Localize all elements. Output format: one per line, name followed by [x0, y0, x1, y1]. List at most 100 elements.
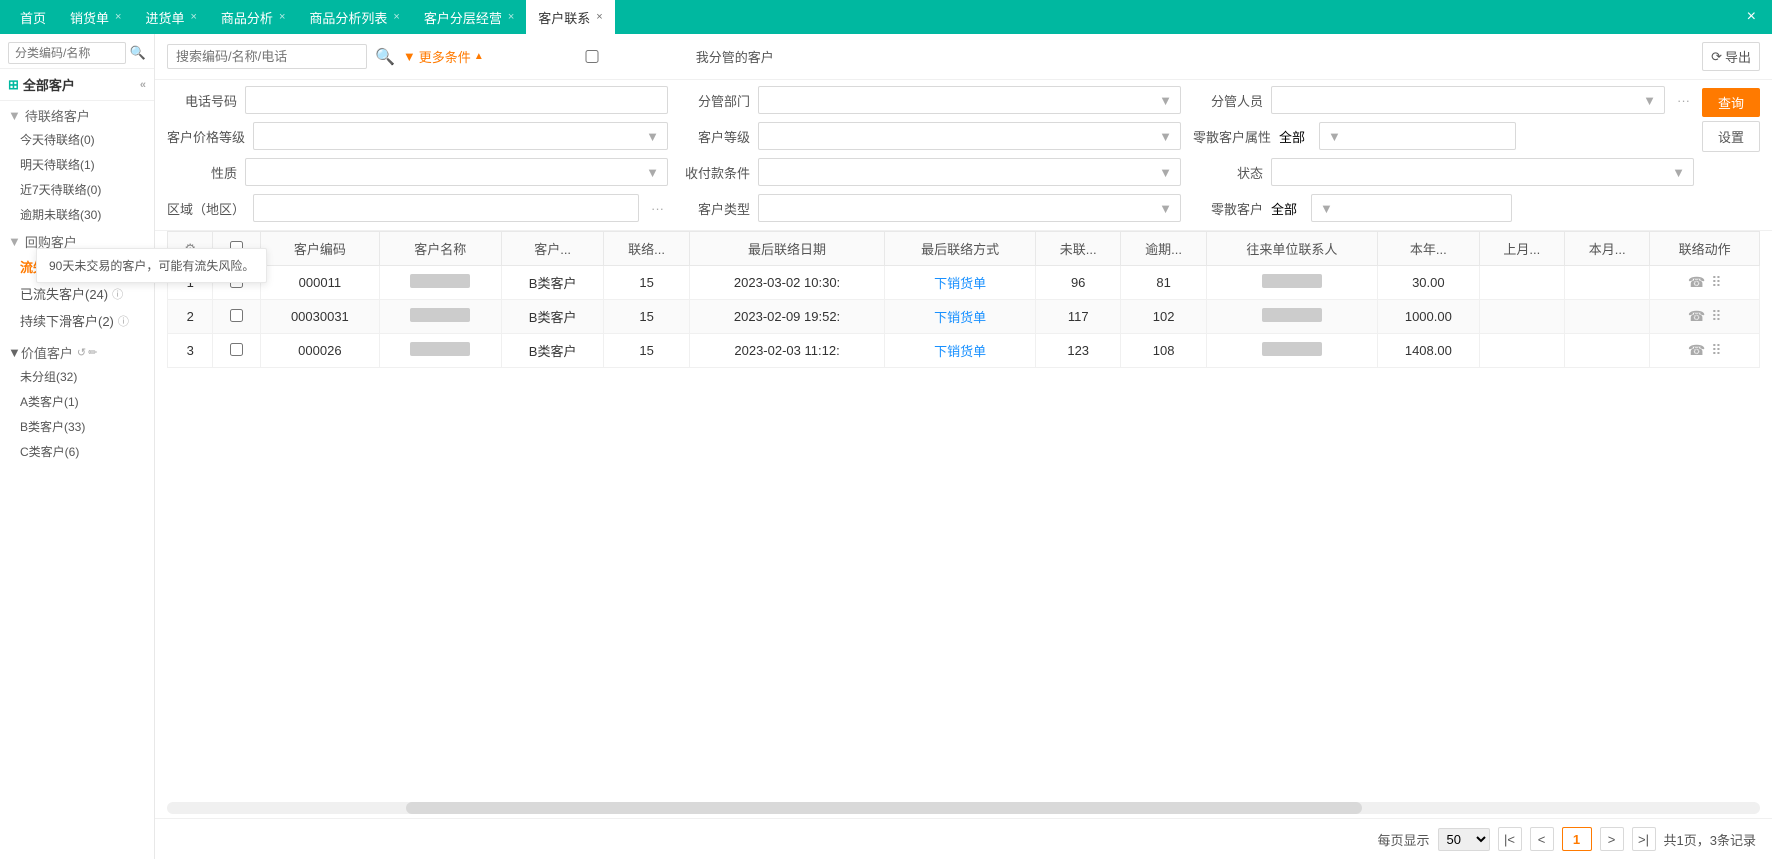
first-page-button[interactable]: |< — [1498, 827, 1522, 851]
row1-contact-icon[interactable]: ☎ — [1688, 274, 1705, 291]
refresh-icon[interactable]: ↺ — [77, 346, 86, 359]
row1-more-icon[interactable]: ⠿ — [1711, 274, 1721, 291]
filter-payment-select[interactable]: ▼ — [758, 158, 1181, 186]
close-tab-analysis-icon[interactable]: × — [279, 11, 285, 23]
row2-method-link[interactable]: 下销货单 — [934, 310, 986, 325]
filter-manager-select[interactable]: ▼ — [1271, 86, 1665, 114]
sidebar-item-today[interactable]: 今天待联络(0) — [0, 127, 154, 152]
sidebar-group-value[interactable]: ▼ 价值客户 ↺ ✏ — [0, 338, 154, 364]
filter-actions: 查询 设置 — [1702, 86, 1760, 222]
filter-phone: 电话号码 — [167, 86, 668, 114]
sidebar-item-ungrouped[interactable]: 未分组(32) — [0, 364, 154, 389]
col-type-header: 客户... — [501, 232, 604, 266]
sidebar-all-customers[interactable]: ⊞ 全部客户 « — [0, 69, 154, 101]
row2-more-icon[interactable]: ⠿ — [1711, 308, 1721, 325]
chevron-scatter-icon: ▼ — [1328, 129, 1341, 144]
sidebar-item-week[interactable]: 近7天待联络(0) — [0, 177, 154, 202]
collapse-icon[interactable]: « — [140, 79, 146, 91]
row1-last-method: 下销货单 — [885, 266, 1036, 300]
row1-this-month — [1564, 266, 1649, 300]
nav-tab-customer-layer[interactable]: 客户分层经营 × — [412, 0, 526, 34]
per-page-select[interactable]: 50 20 100 — [1438, 828, 1490, 851]
row2-check — [213, 300, 261, 334]
region-dots-icon[interactable]: ··· — [647, 201, 668, 216]
chevron-level-icon: ▼ — [1159, 129, 1172, 144]
close-tab-customer-contact-icon[interactable]: × — [596, 11, 602, 23]
row3-more-icon[interactable]: ⠿ — [1711, 342, 1721, 359]
my-customers-checkbox[interactable]: 我分管的客户 — [492, 47, 774, 66]
sidebar-search-icon[interactable]: 🔍 — [130, 45, 146, 61]
nav-tab-sales[interactable]: 销货单 × — [58, 0, 133, 34]
close-tab-sales-icon[interactable]: × — [115, 11, 121, 23]
nav-tab-customer-contact[interactable]: 客户联系 × — [526, 0, 614, 34]
last-page-button[interactable]: >| — [1632, 827, 1656, 851]
row3-unit-contact — [1206, 334, 1377, 368]
table-row: 3 000026 B类客户 15 2023-02-03 11:12: 下销货单 … — [168, 334, 1760, 368]
row3-name — [379, 334, 501, 368]
row3-unit-blur — [1262, 342, 1322, 356]
row3-last-date: 2023-02-03 11:12: — [689, 334, 885, 368]
row3-contact-icon[interactable]: ☎ — [1688, 342, 1705, 359]
row2-uncontacted: 117 — [1036, 300, 1121, 334]
sidebar-item-b-class[interactable]: B类客户(33) — [0, 414, 154, 439]
row2-checkbox[interactable] — [230, 309, 243, 322]
manager-dots-icon[interactable]: ··· — [1673, 93, 1694, 108]
table-row: 2 00030031 B类客户 15 2023-02-09 19:52: 下销货… — [168, 300, 1760, 334]
chevron-status-icon: ▼ — [1672, 165, 1685, 180]
filter-phone-input[interactable] — [245, 86, 668, 114]
sidebar-search-input[interactable] — [8, 42, 126, 64]
close-tab-analysis-list-icon[interactable]: × — [393, 11, 399, 23]
search-input[interactable] — [167, 44, 367, 69]
filter-dept-select[interactable]: ▼ — [758, 86, 1181, 114]
sidebar-group-pending[interactable]: ▼ 待联络客户 — [0, 101, 154, 127]
query-button[interactable]: 查询 — [1702, 88, 1760, 117]
filter-region-select[interactable] — [253, 194, 639, 222]
row3-name-blur — [410, 342, 470, 356]
close-tab-purchase-icon[interactable]: × — [190, 11, 196, 23]
close-all-button[interactable]: × — [1739, 8, 1764, 26]
close-tab-customer-layer-icon[interactable]: × — [508, 11, 514, 23]
filter-scatter-select[interactable]: ▼ — [1311, 194, 1511, 222]
customer-table: ⚙ 客户编码 客户名称 客户... 联络... 最后联络日期 最后联络方式 未联… — [167, 231, 1760, 368]
sidebar-item-c-class[interactable]: C类客户(6) — [0, 439, 154, 464]
export-button[interactable]: ⟳ 导出 — [1702, 42, 1760, 71]
nav-tab-analysis-list[interactable]: 商品分析列表 × — [297, 0, 411, 34]
sidebar-item-a-class[interactable]: A类客户(1) — [0, 389, 154, 414]
sidebar-item-overdue[interactable]: 逾期未联络(30) — [0, 202, 154, 227]
sidebar-item-lost[interactable]: 已流失客户(24) ⓘ — [0, 280, 154, 307]
my-customers-check[interactable] — [492, 50, 692, 63]
filter-scatter-attr-value: 全部 — [1279, 127, 1305, 146]
row1-this-year: 30.00 — [1378, 266, 1480, 300]
sidebar-item-tomorrow[interactable]: 明天待联络(1) — [0, 152, 154, 177]
edit-icon[interactable]: ✏ — [88, 346, 97, 359]
sidebar-item-declining[interactable]: 持续下滑客户(2) ⓘ — [0, 307, 154, 334]
filter-price-level-select[interactable]: ▼ — [253, 122, 668, 150]
row2-last-month — [1479, 300, 1564, 334]
row2-actions: ☎ ⠿ — [1650, 300, 1760, 334]
filter-type: 客户类型 ▼ — [680, 194, 1181, 222]
search-button[interactable]: 🔍 — [375, 47, 395, 67]
row3-method-link[interactable]: 下销货单 — [934, 344, 986, 359]
more-conditions-button[interactable]: ▼ 更多条件 ▲ — [403, 47, 484, 66]
nav-tab-analysis[interactable]: 商品分析 × — [209, 0, 297, 34]
filter-nature-select[interactable]: ▼ — [245, 158, 668, 186]
row1-method-link[interactable]: 下销货单 — [934, 276, 986, 291]
filter-payment: 收付款条件 ▼ — [680, 158, 1181, 186]
horizontal-scrollbar[interactable] — [167, 802, 1760, 814]
per-page-label: 每页显示 — [1378, 830, 1430, 849]
filter-type-select[interactable]: ▼ — [758, 194, 1181, 222]
filter-scatter-attr-select[interactable]: ▼ — [1319, 122, 1515, 150]
row1-last-month — [1479, 266, 1564, 300]
row3-check — [213, 334, 261, 368]
nav-home[interactable]: 首页 — [8, 0, 58, 34]
row2-this-year: 1000.00 — [1378, 300, 1480, 334]
row2-contact-icon[interactable]: ☎ — [1688, 308, 1705, 325]
filter-customer-level-select[interactable]: ▼ — [758, 122, 1181, 150]
row3-uncontacted: 123 — [1036, 334, 1121, 368]
prev-page-button[interactable]: < — [1530, 827, 1554, 851]
next-page-button[interactable]: > — [1600, 827, 1624, 851]
nav-tab-purchase[interactable]: 进货单 × — [133, 0, 208, 34]
filter-status-select[interactable]: ▼ — [1271, 158, 1694, 186]
settings-button[interactable]: 设置 — [1702, 121, 1760, 152]
row3-checkbox[interactable] — [230, 343, 243, 356]
